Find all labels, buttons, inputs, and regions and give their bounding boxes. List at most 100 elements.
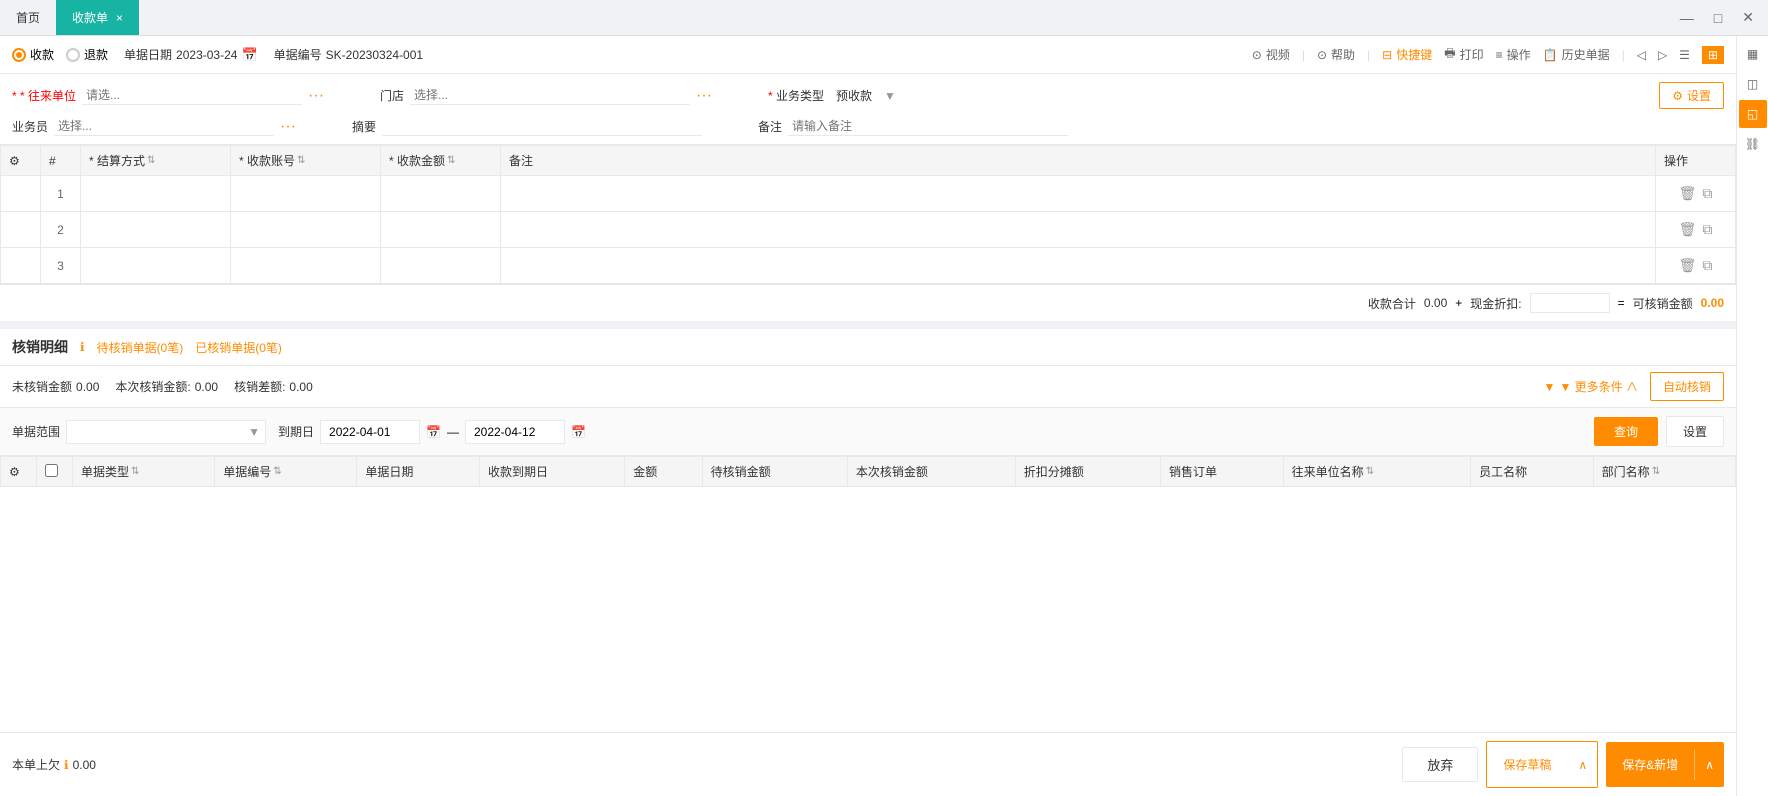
more-conditions-button[interactable]: ▼ ▼ 更多条件 ∧ [1544,378,1638,395]
settings-button[interactable]: ⚙ 设置 [1659,82,1724,109]
tab-close-icon[interactable]: × [116,11,123,25]
print-icon: 🖶 [1444,44,1455,65]
receipt-type-group: 收款 退款 [12,46,108,63]
operation-button[interactable]: ≡ 操作 [1496,46,1531,63]
total-label: 收款合计 [1368,295,1416,312]
row3-remark[interactable] [501,248,1656,284]
bt-col-checkbox[interactable] [37,457,73,487]
filter-right: 查询 设置 [1594,416,1724,447]
row3-delete-icon[interactable]: 🗑 [1679,257,1697,274]
verif-info-icon[interactable]: ℹ [80,340,85,354]
grid-view-button[interactable]: ⊞ [1702,46,1724,64]
row1-remark[interactable] [501,176,1656,212]
number-sort-icon[interactable]: ⇅ [273,466,281,477]
filter-settings-button[interactable]: 设置 [1666,416,1724,447]
date-from-input[interactable] [320,420,420,444]
bt-col-discount: 折扣分摊额 [1015,457,1160,487]
bt-gear-icon[interactable]: ⚙ [9,465,20,479]
save-new-arrow[interactable]: ∧ [1695,751,1724,779]
save-draft-arrow[interactable]: ∧ [1568,751,1597,779]
row2-copy-icon[interactable]: ⧉ [1702,221,1712,238]
date-to-input[interactable] [465,420,565,444]
staff-input[interactable] [54,117,274,136]
tab-bar: 首页 收款单 × — □ ✕ [0,0,1768,36]
abandon-button[interactable]: 放弃 [1402,747,1478,782]
sidebar-icon-4[interactable]: ⛓ [1739,130,1767,158]
row3-account[interactable] [231,248,381,284]
footer-info-icon[interactable]: ℹ [64,758,69,772]
row3-action: 🗑 ⧉ [1656,248,1736,284]
row1-amount[interactable] [381,176,501,212]
print-button[interactable]: 🖶 打印 [1444,44,1483,65]
type-sort-icon[interactable]: ⇅ [131,466,139,477]
bt-col-amount: 金额 [625,457,702,487]
save-new-button[interactable]: 保存&新增 ∧ [1606,742,1724,787]
auto-verif-button[interactable]: 自动核销 [1650,372,1724,401]
discount-input[interactable] [1530,293,1610,313]
date-from-icon[interactable]: 📅 [426,425,441,439]
save-draft-button[interactable]: 保存草稿 ∧ [1486,741,1598,788]
summary-input[interactable] [382,117,702,136]
row1-account[interactable] [231,176,381,212]
shortcut-button[interactable]: ⊟ 快捷键 [1382,46,1432,63]
shop-more-icon[interactable]: ··· [696,87,712,105]
next-button[interactable]: ▷ [1658,48,1667,62]
row1-delete-icon[interactable]: 🗑 [1679,185,1697,202]
row1-copy-icon[interactable]: ⧉ [1702,185,1712,202]
amount-sort-icon[interactable]: ⇅ [447,155,455,166]
counterpart-input[interactable] [82,86,302,105]
radio-refund[interactable]: 退款 [66,46,108,63]
row2-settle[interactable] [81,212,231,248]
radio-receipt[interactable]: 收款 [12,46,54,63]
row3-copy-icon[interactable]: ⧉ [1702,257,1712,274]
shop-input[interactable] [410,86,690,105]
account-sort-icon[interactable]: ⇅ [297,155,305,166]
sidebar-icon-3[interactable]: ◱ [1739,100,1767,128]
video-label: 视频 [1266,46,1290,63]
settings-label: 设置 [1687,87,1711,104]
row2-amount[interactable] [381,212,501,248]
prev-button[interactable]: ◁ [1637,48,1646,62]
footer-info: 本单上欠 ℹ 0.00 [12,756,96,773]
close-button[interactable]: ✕ [1736,7,1760,28]
date-to-icon[interactable]: 📅 [571,425,586,439]
window-controls: — □ ✕ [1674,7,1768,28]
counterpart-more-icon[interactable]: ··· [308,87,324,105]
tab-home[interactable]: 首页 [0,0,56,35]
col-settings[interactable]: ⚙ [1,146,41,176]
bt-col-settings[interactable]: ⚙ [1,457,37,487]
number-field: 单据编号 SK-20230324-001 [274,46,423,63]
sidebar-icon-1[interactable]: ▦ [1739,40,1767,68]
verified-tab[interactable]: 已核销单据(0笔) [195,339,282,356]
maximize-button[interactable]: □ [1708,8,1728,28]
tab-receipt[interactable]: 收款单 × [56,0,139,35]
range-select[interactable] [66,420,266,444]
row2-delete-icon[interactable]: 🗑 [1679,221,1697,238]
dept-sort-icon[interactable]: ⇅ [1652,466,1660,477]
calendar-icon[interactable]: 📅 [241,47,257,63]
settle-sort-icon[interactable]: ⇅ [147,155,155,166]
counterpart-sort-icon[interactable]: ⇅ [1366,466,1374,477]
row3-settle[interactable] [81,248,231,284]
remark-input[interactable] [788,117,1068,136]
staff-more-icon[interactable]: ··· [280,118,296,136]
query-button[interactable]: 查询 [1594,417,1658,446]
row2-remark[interactable] [501,212,1656,248]
help-button[interactable]: ⊙ 帮助 [1317,46,1355,63]
bt-select-all[interactable] [45,464,58,477]
sidebar-icon-2[interactable]: ◫ [1739,70,1767,98]
minimize-button[interactable]: — [1674,8,1700,28]
row2-account[interactable] [231,212,381,248]
date-field: 单据日期 2023-03-24 📅 [124,46,258,63]
gear-icon[interactable]: ⚙ [9,154,20,168]
list-view-button[interactable]: ☰ [1679,48,1690,62]
biz-type-arrow[interactable]: ▼ [884,89,896,103]
pending-tab[interactable]: 待核销单据(0笔) [97,339,184,356]
history-button[interactable]: 📋 历史单据 [1543,46,1610,63]
row3-amount[interactable] [381,248,501,284]
verif-title: 核销明细 [12,337,68,357]
toolbar: 收款 退款 单据日期 2023-03-24 📅 单据编号 SK-20230324… [0,36,1736,74]
video-button[interactable]: ⊙ 视频 [1252,46,1290,63]
row1-settle[interactable] [81,176,231,212]
unverified-amount-label: 未核销金额 [12,378,72,395]
